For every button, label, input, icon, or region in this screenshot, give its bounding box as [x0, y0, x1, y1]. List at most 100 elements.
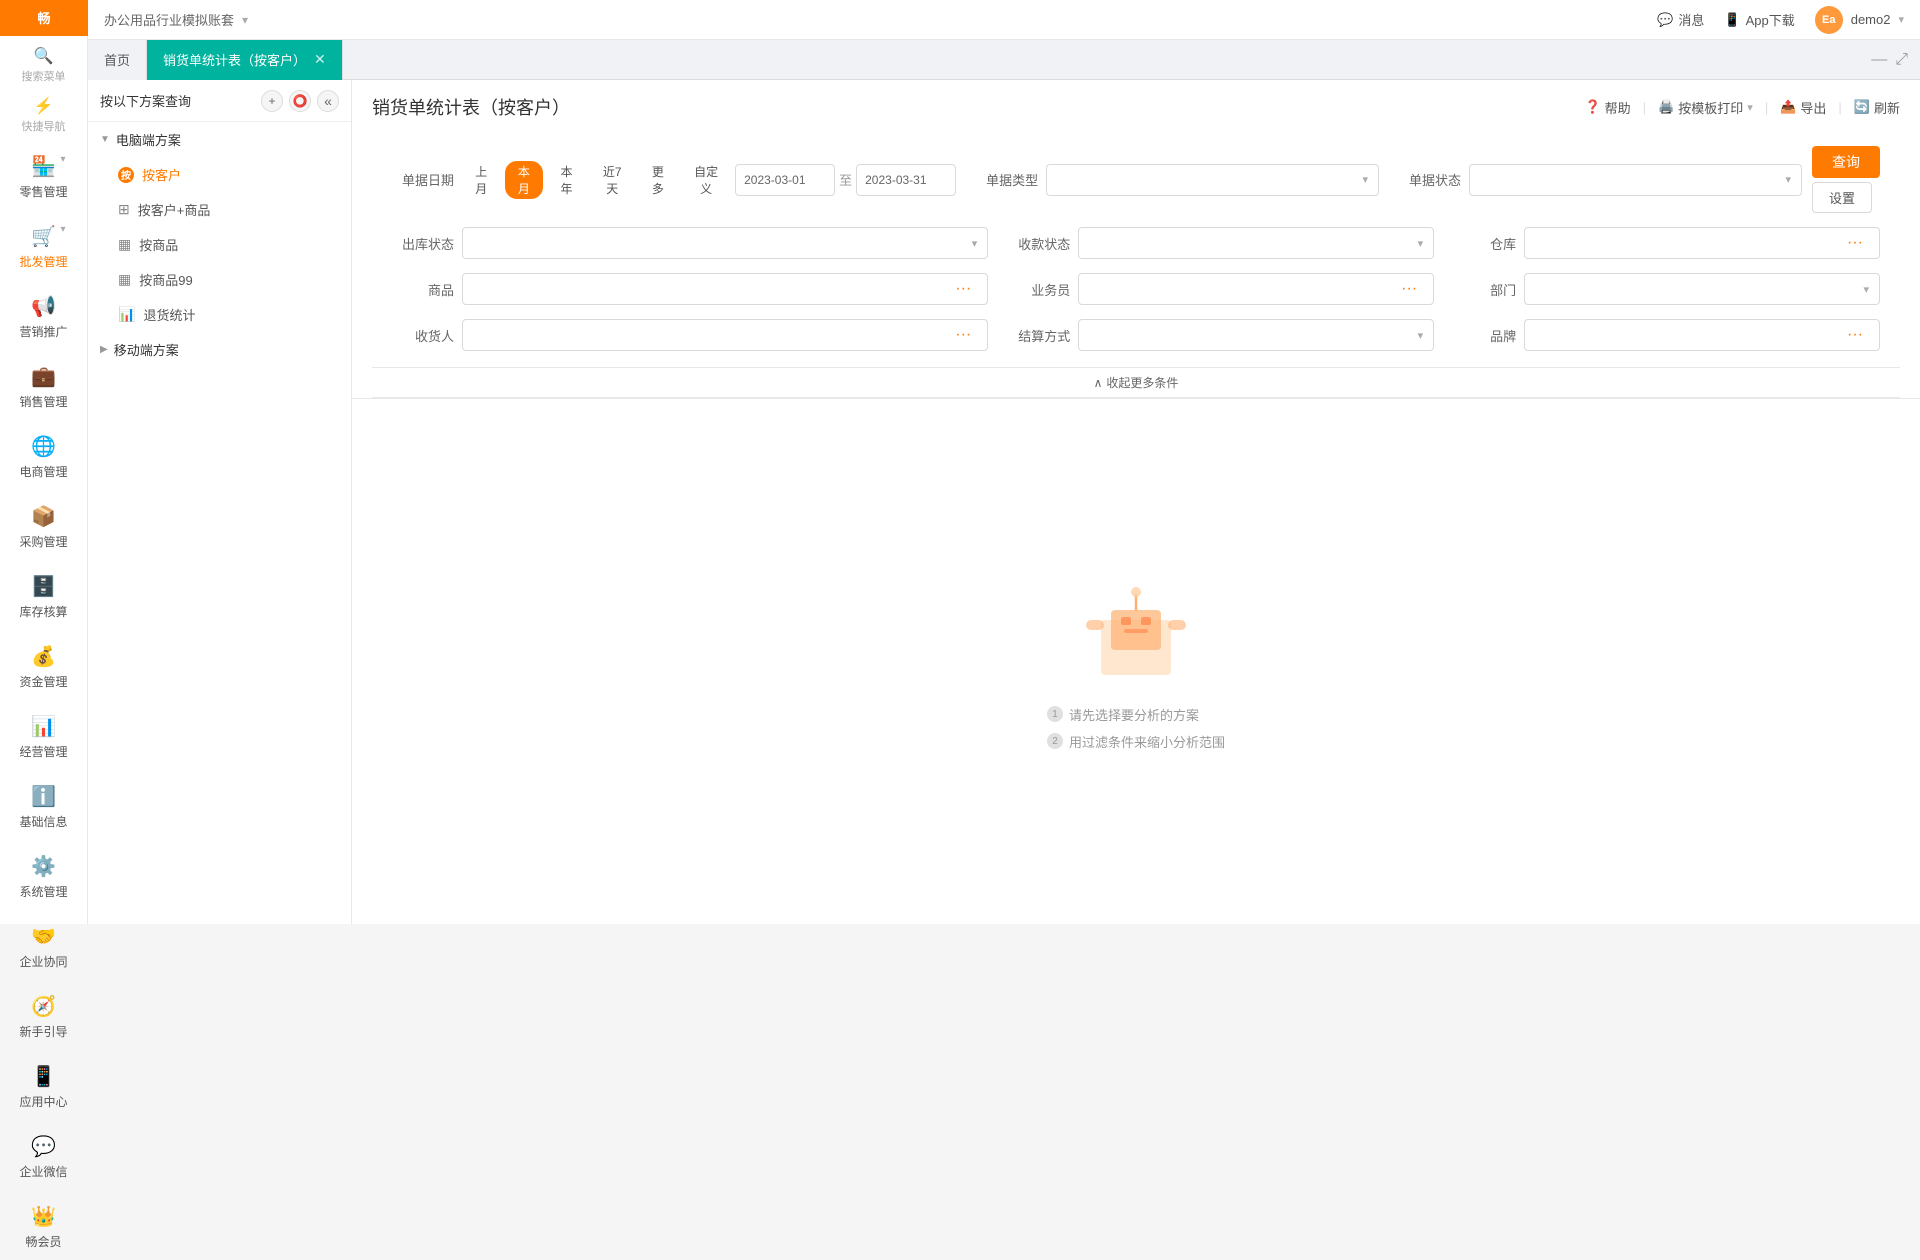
- page-actions: ❓ 帮助 | 🖨️ 按模板打印 ▾ | 📤 导出: [1584, 98, 1900, 117]
- sidebar-item-retail[interactable]: 🏪 零售管理: [15, 140, 71, 210]
- user-menu[interactable]: Ea demo2 ▾: [1815, 6, 1904, 34]
- tab-close-icon[interactable]: ✕: [314, 51, 326, 68]
- date-quick-this-year[interactable]: 本年: [547, 161, 586, 199]
- filter-settlement-field: 结算方式 ▾: [1008, 319, 1434, 351]
- date-quick-this-month[interactable]: 本月: [505, 161, 544, 199]
- empty-state: 1 请先选择要分析的方案 2 用过滤条件来缩小分析范围: [352, 399, 1920, 924]
- tab-home[interactable]: 首页: [88, 40, 147, 80]
- sidebar-item-quicknav[interactable]: ⚡ 快捷导航: [18, 90, 70, 140]
- scheme-item-by-product[interactable]: ▦ 按商品: [88, 227, 351, 262]
- goods-select[interactable]: ···: [462, 273, 988, 305]
- order-status-dropdown-icon: ▾: [1785, 173, 1791, 186]
- scheme-group-mobile: ▶ 移动端方案: [88, 332, 351, 367]
- sidebar-item-inventory[interactable]: 🗄️ 库存核算: [15, 560, 71, 630]
- salesman-select[interactable]: ···: [1078, 273, 1434, 305]
- sidebar-item-purchase[interactable]: 📦 采购管理: [15, 490, 71, 560]
- date-quick-last7[interactable]: 近7天: [590, 161, 635, 199]
- order-status-select[interactable]: ▾: [1469, 164, 1802, 196]
- app-download-icon: 📱: [1724, 12, 1740, 28]
- stock-out-dropdown-icon: ▾: [972, 237, 978, 250]
- export-action[interactable]: 📤 导出: [1780, 98, 1826, 117]
- filter-receipt-field: 收款状态 ▾: [1008, 227, 1434, 259]
- scheme-group-desktop-header[interactable]: ▼ 电脑端方案: [88, 122, 351, 157]
- sidebar-item-basics[interactable]: ℹ️ 基础信息: [15, 770, 71, 840]
- settlement-dropdown-icon: ▾: [1418, 329, 1424, 342]
- scheme-item-return-stat[interactable]: 📊 退货统计: [88, 297, 351, 332]
- dept-select[interactable]: ▾: [1524, 273, 1880, 305]
- receipt-label: 收款状态: [1008, 234, 1078, 253]
- scheme-item-by-product99[interactable]: ▦ 按商品99: [88, 262, 351, 297]
- sidebar-item-sales[interactable]: 💼 销售管理: [15, 350, 71, 420]
- scheme-edit-btn[interactable]: ⭕: [289, 90, 311, 112]
- sidebar-item-corpwechat[interactable]: 💬 企业微信: [15, 1120, 71, 1190]
- settings-button[interactable]: 设置: [1812, 182, 1872, 213]
- filter-stock-out-field: 出库状态 ▾: [392, 227, 988, 259]
- scheme-panel-actions: + ⭕ «: [261, 90, 339, 112]
- recipient-select[interactable]: ···: [462, 319, 988, 351]
- settlement-select[interactable]: ▾: [1078, 319, 1434, 351]
- warehouse-select[interactable]: ···: [1524, 227, 1880, 259]
- date-quick-custom[interactable]: 自定义: [681, 161, 731, 199]
- scheme-group-mobile-header[interactable]: ▶ 移动端方案: [88, 332, 351, 367]
- scheme-group-mobile-arrow: ▶: [100, 344, 108, 355]
- goods-dots-icon[interactable]: ···: [949, 280, 977, 298]
- recipient-dots-icon[interactable]: ···: [949, 326, 977, 344]
- scheme-add-btn[interactable]: +: [261, 90, 283, 112]
- date-quick-last-month[interactable]: 上月: [462, 161, 501, 199]
- scheme-item-table-icon: ▦: [118, 236, 131, 253]
- scheme-group-desktop: ▼ 电脑端方案 按 按客户 ⊞ 按客户+商品 ▦ 按商品 ▦ 按商品99: [88, 122, 351, 332]
- topbar: 办公用品行业模拟账套 ▾ 💬 消息 📱 App下载 Ea demo2 ▾: [88, 0, 1920, 40]
- warehouse-dots-icon[interactable]: ···: [1841, 234, 1869, 252]
- collapse-bar[interactable]: ∧ 收起更多条件: [372, 368, 1900, 398]
- refresh-action[interactable]: 🔄 刷新: [1854, 98, 1900, 117]
- brand-dots-icon[interactable]: ···: [1841, 326, 1869, 344]
- date-label: 单据日期: [392, 170, 462, 189]
- help-action[interactable]: ❓ 帮助: [1584, 98, 1630, 117]
- sidebar-item-newguide[interactable]: 🧭 新手引导: [15, 980, 71, 1050]
- sidebar-item-search[interactable]: 🔍 搜索菜单: [18, 36, 70, 90]
- logo[interactable]: 畅: [0, 0, 88, 36]
- sidebar-item-enterprise[interactable]: 🤝 企业协同: [15, 910, 71, 980]
- content-area: 按以下方案查询 + ⭕ « ▼ 电脑端方案 按 按客户 ⊞: [88, 80, 1920, 924]
- query-button[interactable]: 查询: [1812, 146, 1880, 178]
- date-quick-more[interactable]: 更多: [639, 161, 678, 199]
- sidebar-item-system[interactable]: ⚙️ 系统管理: [15, 840, 71, 910]
- order-type-select[interactable]: ▾: [1046, 164, 1379, 196]
- tab-sales-stat[interactable]: 销货单统计表（按客户） ✕: [147, 40, 343, 80]
- scheme-item-chart-icon: 📊: [118, 306, 135, 323]
- maximize-icon[interactable]: ⤢: [1895, 51, 1908, 69]
- minimize-icon[interactable]: —: [1871, 51, 1887, 69]
- sidebar-item-finance[interactable]: 💰 资金管理: [15, 630, 71, 700]
- scheme-item-by-customer-product[interactable]: ⊞ 按客户+商品: [88, 192, 351, 227]
- scheme-collapse-btn[interactable]: «: [317, 90, 339, 112]
- receipt-select[interactable]: ▾: [1078, 227, 1434, 259]
- scheme-panel-header: 按以下方案查询 + ⭕ «: [88, 80, 351, 122]
- print-action[interactable]: 🖨️ 按模板打印 ▾: [1658, 98, 1753, 117]
- stock-out-select[interactable]: ▾: [462, 227, 988, 259]
- settlement-label: 结算方式: [1008, 326, 1078, 345]
- receipt-dropdown-icon: ▾: [1418, 237, 1424, 250]
- sidebar-item-wholesale[interactable]: 🛒 批发管理: [15, 210, 71, 280]
- app-download-action[interactable]: 📱 App下载: [1724, 10, 1794, 29]
- print-icon: 🖨️: [1658, 99, 1674, 115]
- order-status-label: 单据状态: [1399, 170, 1469, 189]
- sidebar-item-marketing[interactable]: 📢 营销推广: [15, 280, 71, 350]
- page-title: 销货单统计表（按客户）: [372, 94, 570, 120]
- message-action[interactable]: 💬 消息: [1657, 10, 1704, 29]
- sidebar-item-operations[interactable]: 📊 经营管理: [15, 700, 71, 770]
- filter-date-field: 单据日期 上月 本月 本年 近7天 更多 自定义 至: [392, 161, 956, 199]
- date-to-input[interactable]: [856, 164, 956, 196]
- sidebar-item-appcenter[interactable]: 📱 应用中心: [15, 1050, 71, 1120]
- sidebar: 畅 🔍 搜索菜单 ⚡ 快捷导航 🏪 零售管理 🛒 批发管理 📢 营销推广 💼 销…: [0, 0, 88, 924]
- sidebar-item-member[interactable]: 👑 畅会员: [21, 1190, 65, 1260]
- message-icon: 💬: [1657, 12, 1673, 28]
- dept-label: 部门: [1454, 280, 1524, 299]
- topbar-dropdown-icon[interactable]: ▾: [242, 13, 248, 27]
- salesman-dots-icon[interactable]: ···: [1395, 280, 1423, 298]
- dept-dropdown-icon: ▾: [1863, 283, 1869, 296]
- date-from-input[interactable]: [735, 164, 835, 196]
- brand-select[interactable]: ···: [1524, 319, 1880, 351]
- sidebar-item-ecommerce[interactable]: 🌐 电商管理: [15, 420, 71, 490]
- scheme-item-by-customer[interactable]: 按 按客户: [88, 157, 351, 192]
- salesman-label: 业务员: [1008, 280, 1078, 299]
